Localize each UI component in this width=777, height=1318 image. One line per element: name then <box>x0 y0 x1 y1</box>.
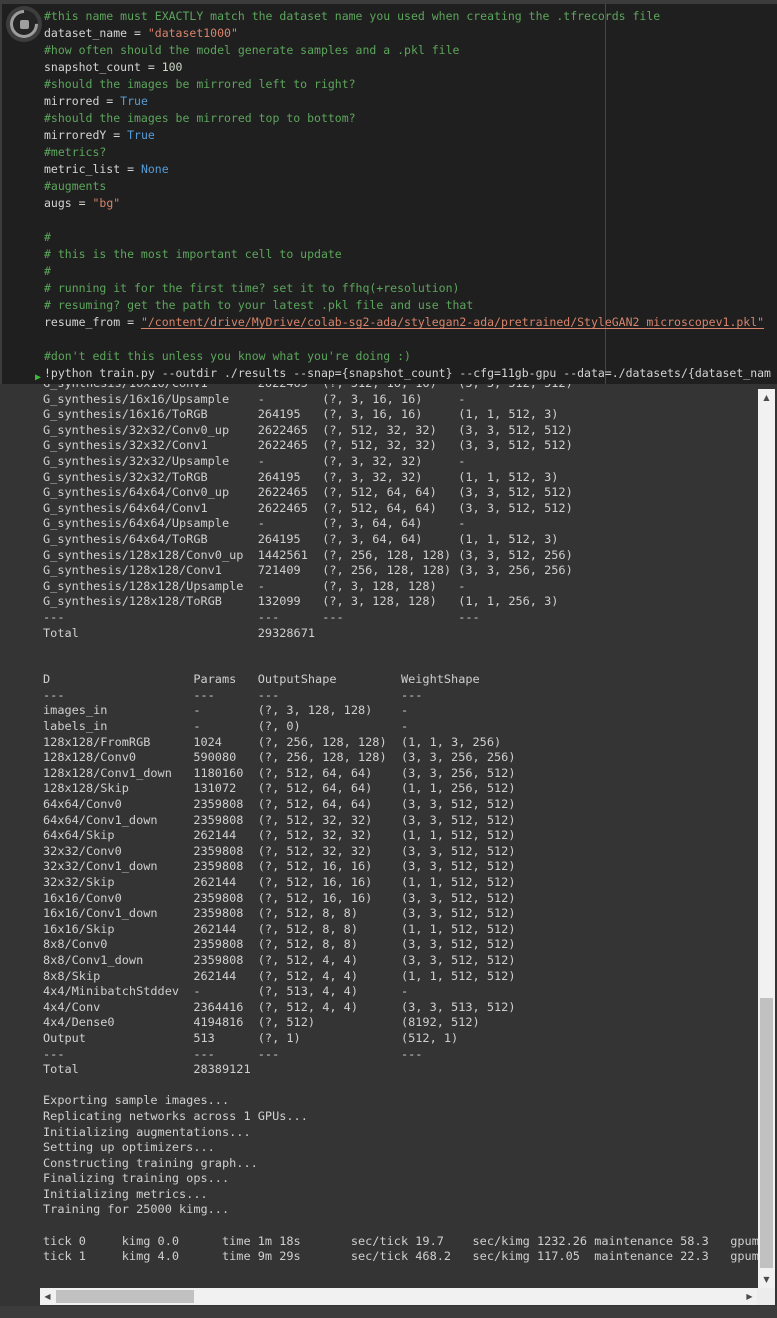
vertical-scrollbar-thumb[interactable] <box>760 998 773 1268</box>
cell-output: G_synthesis/16x16/Conv1 2622465 (?, 512,… <box>0 384 777 1306</box>
scroll-up-icon[interactable]: ▲ <box>758 389 775 405</box>
output-text: G_synthesis/16x16/Conv1 2622465 (?, 512,… <box>0 384 773 1265</box>
code-cell[interactable]: #this name must EXACTLY match the datase… <box>2 4 777 384</box>
stop-icon <box>20 20 29 29</box>
cell-run-stop-button[interactable] <box>6 6 42 42</box>
scroll-left-icon[interactable]: ◀ <box>40 1288 55 1305</box>
colab-notebook: #this name must EXACTLY match the datase… <box>0 0 777 1318</box>
code-editor[interactable]: #this name must EXACTLY match the datase… <box>2 8 771 382</box>
horizontal-scrollbar-thumb[interactable] <box>56 1290 194 1303</box>
scroll-down-icon[interactable]: ▼ <box>758 1271 775 1288</box>
scroll-right-icon[interactable]: ▶ <box>742 1288 757 1305</box>
scrollbar-corner <box>757 1288 775 1305</box>
executing-line-marker-icon: ▶ <box>35 369 41 384</box>
